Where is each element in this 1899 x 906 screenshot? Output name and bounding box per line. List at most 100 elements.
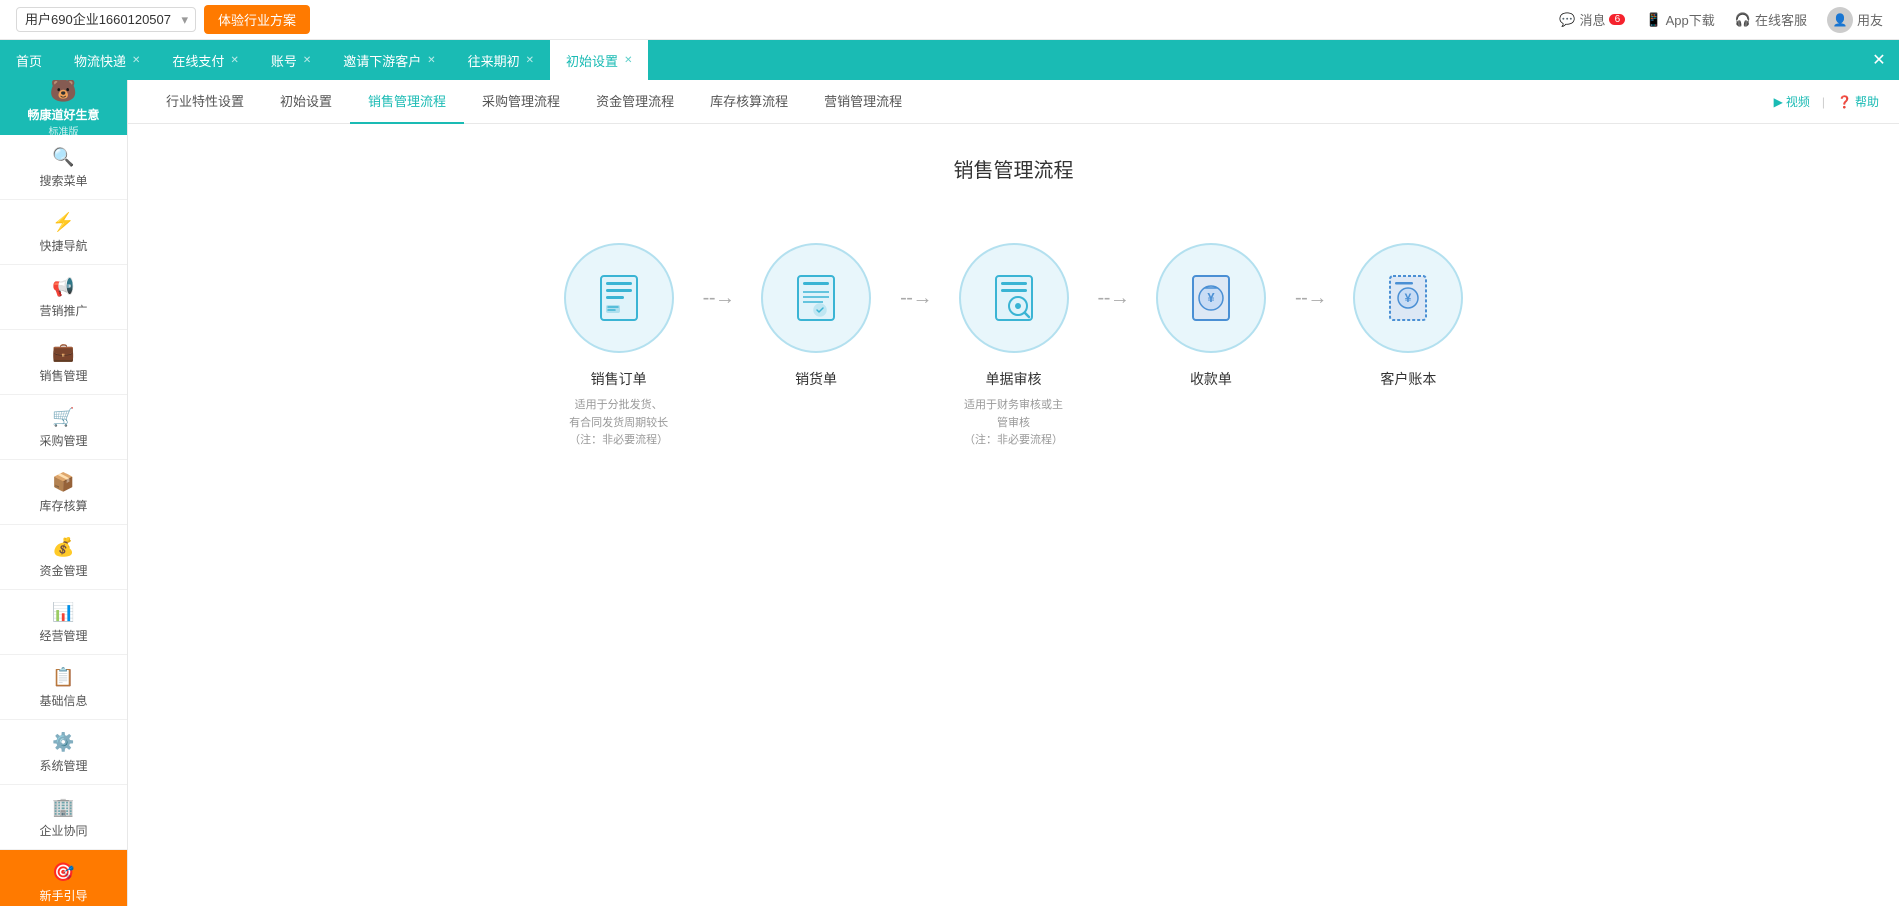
sub-tab-sales-flow[interactable]: 销售管理流程 [350,80,464,124]
tab-payment[interactable]: 在线支付 ✕ [156,40,254,80]
close-invite[interactable]: ✕ [427,55,435,66]
sidebar-item-label: 系统管理 [39,757,87,774]
close-account[interactable]: ✕ [303,55,311,66]
sidebar-item-label: 资金管理 [39,562,87,579]
sidebar-item-label: 经营管理 [39,627,87,644]
tab-account[interactable]: 账号 ✕ [255,40,327,80]
delivery-icon [790,272,842,324]
base-info-icon: 📋 [52,667,74,688]
flow-arrow-3: - - → [1098,243,1127,310]
close-payment[interactable]: ✕ [230,55,238,66]
beginner-icon: 🎯 [52,862,74,883]
enterprise-icon: 🏢 [52,797,74,818]
sidebar: 🐻 畅康道好生意 标准版 🔍 搜索菜单 ⚡ 快捷导航 📢 营销推广 💼 销售管理… [0,80,128,906]
flow-arrow-2: - - → [900,243,929,310]
step-name-sales-order: 销售订单 [591,369,647,389]
flow-circle-ledger: ¥ [1353,243,1463,353]
sub-tab-inventory-flow[interactable]: 库存核算流程 [692,80,806,124]
step-name-delivery: 销货单 [795,369,837,389]
tab-period[interactable]: 往来期初 ✕ [452,40,550,80]
sidebar-item-beginner[interactable]: 🎯 新手引导 [0,850,127,906]
operations-icon: 📊 [52,602,74,623]
flow-step-sales-order[interactable]: 销售订单 适用于分批发货、有合同发货周期较长（注：非必要流程） [539,243,699,450]
tab-initial-setup[interactable]: 初始设置 ✕ [550,40,648,80]
sidebar-item-label: 销售管理 [39,367,87,384]
app-icon: 📱 [1645,12,1661,28]
sidebar-item-label: 采购管理 [39,432,87,449]
sidebar-item-marketing[interactable]: 📢 营销推广 [0,265,127,330]
sidebar-item-sales[interactable]: 💼 销售管理 [0,330,127,395]
close-logistics[interactable]: ✕ [132,55,140,66]
finance-icon: 💰 [52,537,74,558]
user-select-input[interactable]: 用户690企业1660120507 [16,7,196,32]
nav-close-all[interactable]: ✕ [1859,40,1899,80]
trial-btn[interactable]: 体验行业方案 [204,5,310,34]
online-service-item[interactable]: 🎧 在线客服 [1735,10,1807,29]
sub-tab-industry[interactable]: 行业特性设置 [148,80,262,124]
help-icon: ❓ [1837,95,1852,109]
sidebar-item-label: 快捷导航 [39,237,87,254]
sidebar-item-label: 基础信息 [39,692,87,709]
sub-tab-marketing-flow[interactable]: 营销管理流程 [806,80,920,124]
sidebar-item-search[interactable]: 🔍 搜索菜单 [0,135,127,200]
review-icon [988,272,1040,324]
sidebar-item-purchase[interactable]: 🛒 采购管理 [0,395,127,460]
sidebar-item-label: 营销推广 [39,302,87,319]
tab-invite[interactable]: 邀请下游客户 ✕ [327,40,451,80]
app-download-item[interactable]: 📱 App下载 [1645,10,1714,29]
sidebar-item-enterprise[interactable]: 🏢 企业协同 [0,785,127,850]
top-bar: 用户690企业1660120507 体验行业方案 💬 消息 6 📱 App下载 … [0,0,1899,40]
flow-step-ledger[interactable]: ¥ 客户账本 [1328,243,1488,397]
top-bar-right: 💬 消息 6 📱 App下载 🎧 在线客服 👤 用友 [1559,7,1883,33]
quick-nav-icon: ⚡ [52,212,74,233]
sidebar-item-system[interactable]: ⚙️ 系统管理 [0,720,127,785]
sidebar-item-operations[interactable]: 📊 经营管理 [0,590,127,655]
flow-title: 销售管理流程 [954,154,1074,183]
flow-step-delivery[interactable]: 销货单 [736,243,896,397]
sidebar-item-label: 库存核算 [39,497,87,514]
sub-tab-actions: ▶ 视频 | ❓ 帮助 [1774,93,1879,110]
sub-tabs: 行业特性设置 初始设置 销售管理流程 采购管理流程 资金管理流程 库存核算流程 … [128,80,1899,124]
system-icon: ⚙️ [52,732,74,753]
sub-tab-finance-flow[interactable]: 资金管理流程 [578,80,692,124]
tab-home[interactable]: 首页 [0,40,58,80]
user-selector[interactable]: 用户690企业1660120507 [16,7,196,32]
step-desc-review: 适用于财务审核或主管审核（注：非必要流程） [964,397,1063,450]
sales-icon: 💼 [52,342,74,363]
help-link[interactable]: ❓ 帮助 [1837,93,1879,110]
flow-circle-review [959,243,1069,353]
sidebar-item-base-info[interactable]: 📋 基础信息 [0,655,127,720]
receipt-icon: ¥ [1185,272,1237,324]
main-content: 行业特性设置 初始设置 销售管理流程 采购管理流程 资金管理流程 库存核算流程 … [128,80,1899,906]
sidebar-item-quick-nav[interactable]: ⚡ 快捷导航 [0,200,127,265]
sidebar-item-finance[interactable]: 💰 资金管理 [0,525,127,590]
close-initial-setup[interactable]: ✕ [624,55,632,66]
video-link[interactable]: ▶ 视频 [1774,93,1810,110]
avatar: 👤 [1827,7,1853,33]
sidebar-item-label: 企业协同 [39,822,87,839]
user-profile[interactable]: 👤 用友 [1827,7,1883,33]
tab-logistics[interactable]: 物流快递 ✕ [58,40,156,80]
sidebar-logo: 🐻 畅康道好生意 标准版 [0,80,127,135]
flow-step-review[interactable]: 单据审核 适用于财务审核或主管审核（注：非必要流程） [934,243,1094,450]
flow-step-receipt[interactable]: ¥ 收款单 [1131,243,1291,397]
ledger-icon: ¥ [1382,272,1434,324]
sidebar-item-inventory[interactable]: 📦 库存核算 [0,460,127,525]
logo-sub: 标准版 [49,123,79,138]
sidebar-item-label: 新手引导 [39,887,87,904]
main-layout: 🐻 畅康道好生意 标准版 🔍 搜索菜单 ⚡ 快捷导航 📢 营销推广 💼 销售管理… [0,80,1899,906]
flow-arrow-1: - - → [703,243,732,310]
sub-tab-initial[interactable]: 初始设置 [262,80,350,124]
message-item[interactable]: 💬 消息 6 [1559,10,1625,29]
step-name-receipt: 收款单 [1190,369,1232,389]
sub-tab-purchase-flow[interactable]: 采购管理流程 [464,80,578,124]
flow-circle-receipt: ¥ [1156,243,1266,353]
marketing-icon: 📢 [52,277,74,298]
nav-tabs: 首页 物流快递 ✕ 在线支付 ✕ 账号 ✕ 邀请下游客户 ✕ 往来期初 ✕ 初始… [0,40,1899,80]
sales-order-icon [593,272,645,324]
inventory-icon: 📦 [52,472,74,493]
service-icon: 🎧 [1735,12,1751,28]
svg-text:¥: ¥ [1405,291,1412,305]
close-period[interactable]: ✕ [526,55,534,66]
flow-arrow-4: - - → [1295,243,1324,310]
